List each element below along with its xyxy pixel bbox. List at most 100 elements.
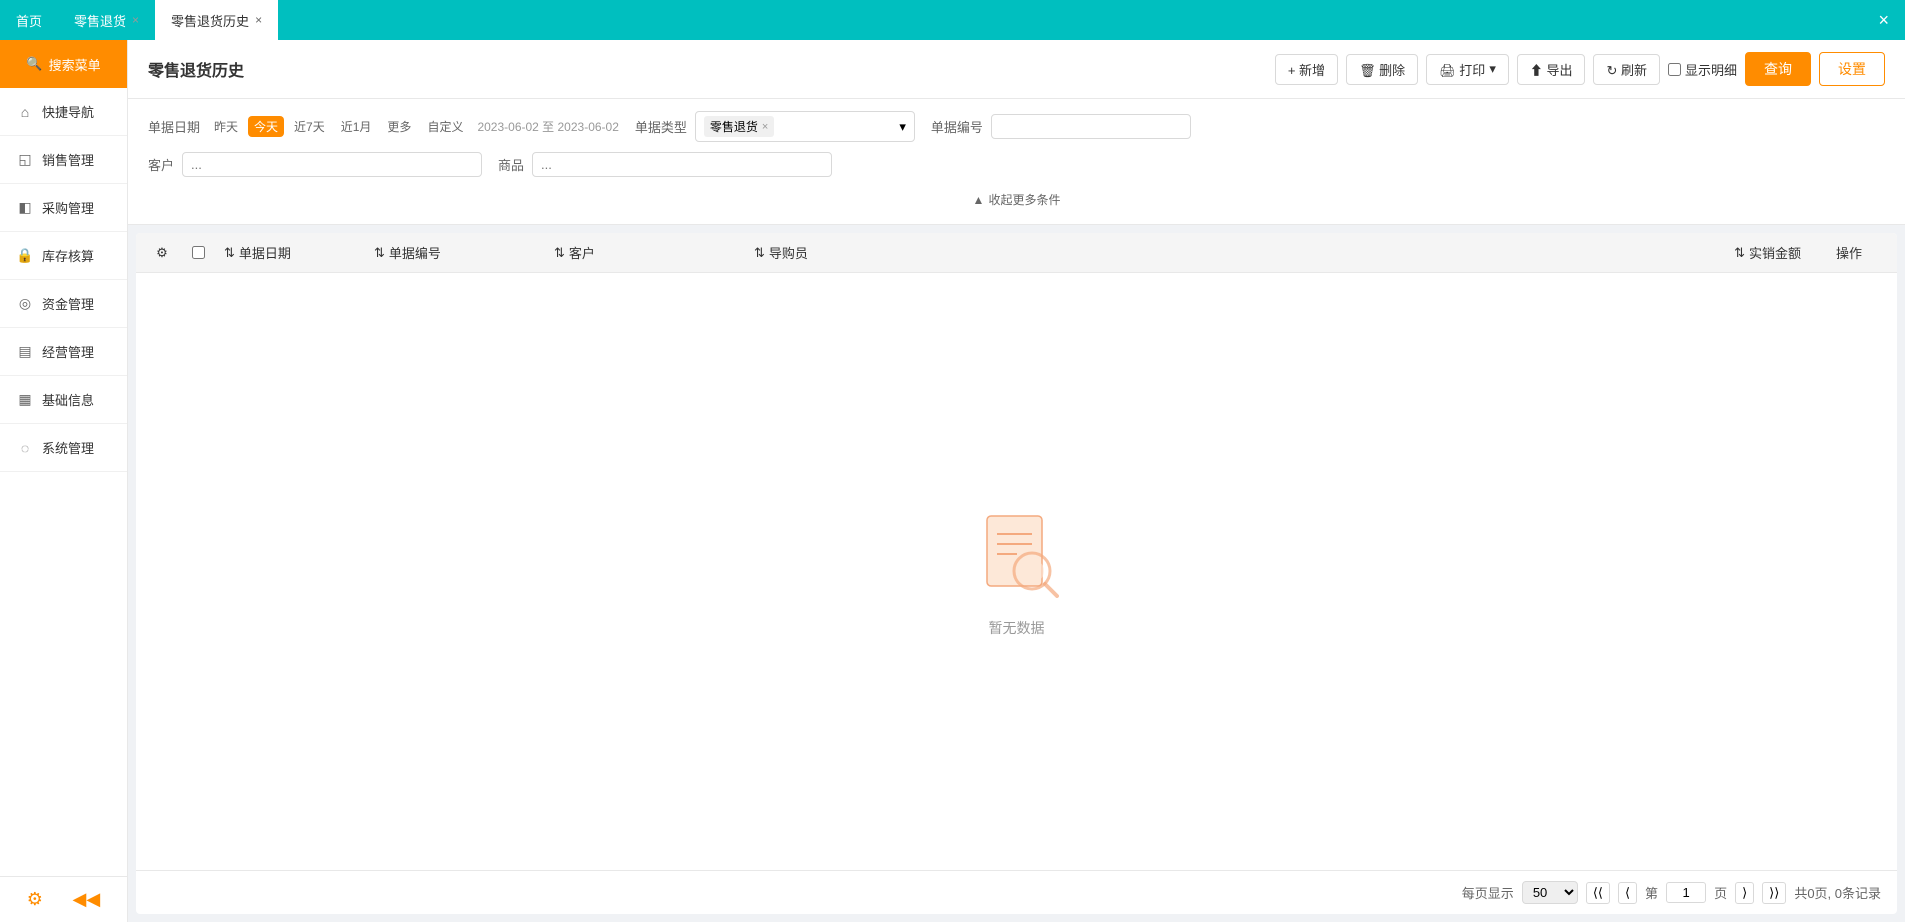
sort-customer-icon: ⇅ [554, 245, 565, 261]
bill-number-input[interactable] [991, 114, 1191, 139]
page-next-button[interactable]: ⟩ [1735, 882, 1754, 904]
table-header: ⚙ ⇅ 单据日期 ⇅ 单据编号 ⇅ 客户 ⇅ [136, 233, 1897, 273]
sort-number-icon: ⇅ [374, 245, 385, 261]
total-info: 共0页, 0条记录 [1794, 883, 1881, 902]
page-size-select[interactable]: 50 10 20 100 [1522, 881, 1578, 904]
table-area: ⚙ ⇅ 单据日期 ⇅ 单据编号 ⇅ 客户 ⇅ [136, 233, 1897, 914]
main-layout: 🔍 搜索菜单 ⌂ 快捷导航 ◱ 销售管理 ◧ 采购管理 🔒 库存核算 ◎ 资金管… [0, 40, 1905, 922]
filter-row-1: 单据日期 昨天 今天 近7天 近1月 更多 自定义 2023-06-02 至 2… [148, 111, 1885, 142]
sidebar-item-quick-nav[interactable]: ⌂ 快捷导航 [0, 88, 127, 136]
tab-retail-return[interactable]: 零售退货 × [58, 0, 155, 40]
date-shortcuts: 昨天 今天 近7天 近1月 更多 自定义 [208, 116, 469, 137]
export-button[interactable]: ⬆ 导出 [1517, 54, 1586, 85]
close-retail-return-tab[interactable]: × [132, 13, 139, 27]
home-icon: ⌂ [16, 103, 34, 121]
filter-area: 单据日期 昨天 今天 近7天 近1月 更多 自定义 2023-06-02 至 2… [128, 99, 1905, 225]
setting-button[interactable]: 设置 [1819, 52, 1885, 86]
sidebar-item-purchase-mgmt[interactable]: ◧ 采购管理 [0, 184, 127, 232]
finance-icon: ◎ [16, 295, 34, 313]
page-prev-button[interactable]: ⟨ [1618, 882, 1637, 904]
volume-icon[interactable]: ◀◀ [73, 889, 101, 910]
date-btn-7days[interactable]: 近7天 [288, 116, 331, 137]
sidebar-item-basic-info[interactable]: ▦ 基础信息 [0, 376, 127, 424]
customer-filter: 客户 [148, 152, 482, 177]
sidebar-item-operations[interactable]: ▤ 经营管理 [0, 328, 127, 376]
delete-button[interactable]: 🗑 删除 [1346, 54, 1418, 85]
page-size-label: 每页显示 [1462, 883, 1514, 902]
th-amount[interactable]: ⇅ 实销金额 [1689, 243, 1809, 262]
page-title: 零售退货历史 [148, 57, 244, 81]
goods-input[interactable] [532, 152, 832, 177]
empty-state-icon [967, 506, 1067, 606]
page-last-button[interactable]: ⟩⟩ [1762, 882, 1786, 904]
th-action: 操作 [1809, 243, 1889, 262]
th-number[interactable]: ⇅ 单据编号 [366, 243, 546, 262]
bill-number-label: 单据编号 [931, 117, 983, 136]
purchase-icon: ◧ [16, 199, 34, 217]
empty-text: 暂无数据 [989, 618, 1045, 638]
sidebar-item-inventory[interactable]: 🔒 库存核算 [0, 232, 127, 280]
empty-state: 暂无数据 [136, 273, 1897, 870]
sort-amount-icon: ⇅ [1734, 245, 1745, 261]
settings-icon: ⚙ [156, 245, 168, 261]
page-unit-label: 页 [1714, 883, 1727, 902]
page-first-button[interactable]: ⟨⟨ [1586, 882, 1610, 904]
bill-type-label: 单据类型 [635, 117, 687, 136]
filter-row-2: 客户 商品 [148, 152, 1885, 177]
collapse-row: ▲ 收起更多条件 [148, 187, 1885, 212]
refresh-button[interactable]: ↻ 刷新 [1593, 54, 1660, 85]
sort-date-icon: ⇅ [224, 245, 235, 261]
tab-home[interactable]: 首页 [0, 0, 58, 40]
tab-retail-return-history[interactable]: 零售退货历史 × [155, 0, 278, 40]
show-detail-checkbox[interactable]: 显示明细 [1668, 60, 1737, 79]
bill-type-tag-close[interactable]: × [762, 121, 768, 133]
select-all-checkbox[interactable] [192, 246, 205, 259]
th-date[interactable]: ⇅ 单据日期 [216, 243, 366, 262]
page-number-input[interactable] [1666, 882, 1706, 903]
topbar-right: × [1878, 10, 1905, 31]
th-settings[interactable]: ⚙ [144, 245, 180, 261]
top-bar: 首页 零售退货 × 零售退货历史 × × [0, 0, 1905, 40]
date-btn-more[interactable]: 更多 [381, 116, 417, 137]
date-btn-custom[interactable]: 自定义 [421, 116, 469, 137]
page-header: 零售退货历史 + 新增 🗑 删除 🖨 打印 ▾ ⬆ 导出 ↻ 刷新 [128, 40, 1905, 99]
sidebar-item-finance[interactable]: ◎ 资金管理 [0, 280, 127, 328]
sidebar-item-sales-mgmt[interactable]: ◱ 销售管理 [0, 136, 127, 184]
th-checkbox[interactable] [180, 246, 216, 259]
date-btn-today[interactable]: 今天 [248, 116, 284, 137]
collapse-button[interactable]: ▲ 收起更多条件 [961, 187, 1073, 212]
sort-guide-icon: ⇅ [754, 245, 765, 261]
th-guide[interactable]: ⇅ 导购员 [746, 243, 906, 262]
sidebar-bottom: ⚙ ◀◀ [0, 876, 127, 922]
th-customer[interactable]: ⇅ 客户 [546, 243, 746, 262]
customer-input[interactable] [182, 152, 482, 177]
content-area: 零售退货历史 + 新增 🗑 删除 🖨 打印 ▾ ⬆ 导出 ↻ 刷新 [128, 40, 1905, 922]
sidebar-item-sys-mgmt[interactable]: ◌ 系统管理 [0, 424, 127, 472]
settings-bottom-icon[interactable]: ⚙ [27, 889, 43, 910]
sales-icon: ◱ [16, 151, 34, 169]
toolbar: + 新增 🗑 删除 🖨 打印 ▾ ⬆ 导出 ↻ 刷新 显示明细 [1275, 52, 1885, 86]
close-retail-return-history-tab[interactable]: × [255, 13, 262, 27]
bill-number-filter: 单据编号 [931, 114, 1191, 139]
sys-icon: ◌ [16, 439, 34, 457]
bill-type-filter: 单据类型 零售退货 × ▾ [635, 111, 915, 142]
date-filter: 单据日期 昨天 今天 近7天 近1月 更多 自定义 2023-06-02 至 2… [148, 116, 619, 137]
date-btn-yesterday[interactable]: 昨天 [208, 116, 244, 137]
bill-type-tag: 零售退货 × [704, 116, 774, 137]
show-detail-input[interactable] [1668, 63, 1681, 76]
query-button[interactable]: 查询 [1745, 52, 1811, 86]
bill-type-select[interactable]: 零售退货 × ▾ [695, 111, 915, 142]
sidebar: 🔍 搜索菜单 ⌂ 快捷导航 ◱ 销售管理 ◧ 采购管理 🔒 库存核算 ◎ 资金管… [0, 40, 128, 922]
basic-info-icon: ▦ [16, 391, 34, 409]
window-close-button[interactable]: × [1878, 10, 1889, 30]
date-label: 单据日期 [148, 117, 200, 136]
customer-label: 客户 [148, 155, 174, 174]
page-label: 第 [1645, 883, 1658, 902]
goods-label: 商品 [498, 155, 524, 174]
collapse-up-icon: ▲ [973, 193, 985, 207]
date-btn-1month[interactable]: 近1月 [335, 116, 378, 137]
new-button[interactable]: + 新增 [1275, 54, 1338, 85]
bill-type-chevron-icon: ▾ [899, 119, 906, 135]
sidebar-search[interactable]: 🔍 搜索菜单 [0, 40, 127, 88]
print-button[interactable]: 🖨 打印 ▾ [1426, 54, 1509, 85]
